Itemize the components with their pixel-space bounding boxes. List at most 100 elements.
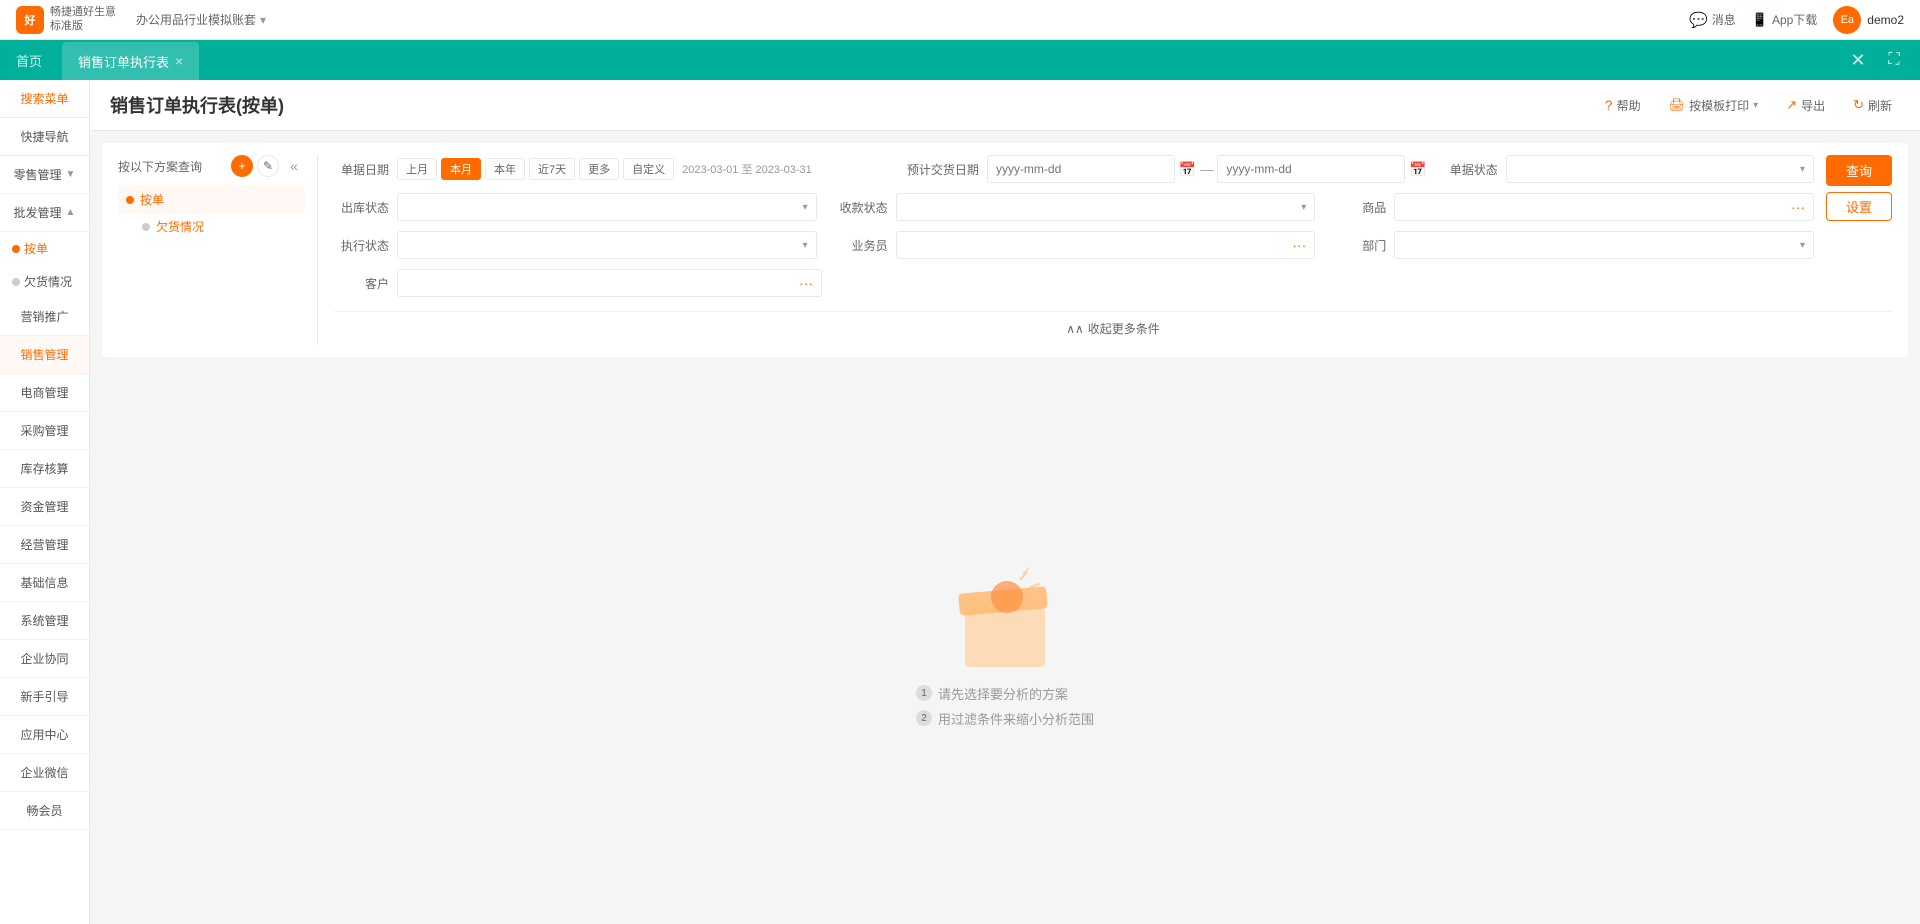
doc-status-label: 单据状态: [1443, 161, 1498, 178]
filter-item-goods: 商品 ···: [1331, 193, 1814, 221]
expected-date-start-input[interactable]: [987, 155, 1175, 183]
receive-status-arrow-icon: ▾: [1301, 202, 1306, 213]
add-scheme-button[interactable]: +: [231, 155, 253, 177]
sidebar-item-guide[interactable]: 新手引导: [0, 678, 89, 716]
sidebar-item-appcenter[interactable]: 应用中心: [0, 716, 89, 754]
customer-input[interactable]: ···: [397, 269, 822, 297]
sidebar-item-basic[interactable]: 基础信息: [0, 564, 89, 602]
sidebar-item-system[interactable]: 系统管理: [0, 602, 89, 640]
tab-home[interactable]: 首页: [0, 40, 58, 80]
sidebar-sub-欠货情况[interactable]: 欠货情况: [0, 265, 89, 298]
sidebar-item-inventory[interactable]: 库存核算: [0, 450, 89, 488]
wholesale-chevron-icon: ▲: [66, 207, 76, 218]
scheme-item-按单[interactable]: 按单: [118, 185, 305, 214]
tabbar-close-icon[interactable]: ✕: [1844, 46, 1872, 74]
goods-select[interactable]: ···: [1394, 193, 1814, 221]
sidebar-sub-按单[interactable]: 按单: [0, 232, 89, 265]
active-dot-icon: [12, 245, 20, 253]
expected-date-control: 📅 — 📅: [987, 155, 1427, 183]
sidebar-item-weixin[interactable]: 企业微信: [0, 754, 89, 792]
collapse-more-button[interactable]: ∧∧ 收起更多条件: [1066, 320, 1160, 337]
logo-text: 畅捷通好生意 标准版: [50, 6, 116, 32]
tabbar-fullscreen-icon[interactable]: ⛶: [1880, 46, 1908, 74]
collapse-scheme-button[interactable]: «: [283, 155, 305, 177]
refresh-button[interactable]: ↻ 刷新: [1845, 93, 1900, 118]
topbar: 好 畅捷通好生意 标准版 办公用品行业模拟账套 ▾ 💬 消息 📱 App下载 E…: [0, 0, 1920, 40]
out-status-control: ▾: [397, 193, 817, 221]
date-dash: —: [1200, 162, 1213, 177]
tip1-number: 1: [916, 685, 932, 701]
tab-active[interactable]: 销售订单执行表 ×: [62, 42, 199, 80]
scheme-sub-dot: [142, 223, 150, 231]
sidebar: 搜索菜单 快捷导航 零售管理 ▼ 批发管理 ▲ 按单 欠货情况 营销推广 销售管…: [0, 80, 90, 924]
receive-status-select[interactable]: ▾: [896, 193, 1316, 221]
date-btn-custom[interactable]: 自定义: [623, 158, 674, 180]
sidebar-item-member[interactable]: 畅会员: [0, 792, 89, 830]
user-area[interactable]: Ea demo2: [1833, 6, 1904, 34]
export-button[interactable]: ↗ 导出: [1778, 93, 1833, 118]
salesperson-label: 业务员: [833, 237, 888, 254]
doc-status-select[interactable]: ▾: [1506, 155, 1814, 183]
app-download-button[interactable]: 📱 App下载: [1752, 11, 1818, 28]
breadcrumb-arrow-icon[interactable]: ▾: [260, 13, 266, 27]
filter-item-exec-status: 执行状态 ▾: [334, 231, 817, 259]
out-status-label: 出库状态: [334, 199, 389, 216]
empty-state: 1 请先选择要分析的方案 2 用过滤条件来缩小分析范围: [90, 365, 1920, 924]
tip1-text: 请先选择要分析的方案: [938, 684, 1068, 703]
filter-row-4: 客户 ···: [334, 269, 1814, 297]
filter-scheme-title: 按以下方案查询 + ✎ «: [118, 155, 305, 177]
date-btn-7days[interactable]: 近7天: [529, 158, 575, 180]
breadcrumb: 办公用品行业模拟账套 ▾: [136, 11, 266, 28]
filter-scheme-area: 按以下方案查询 + ✎ «: [118, 155, 318, 345]
expected-date-end-input[interactable]: [1217, 155, 1405, 183]
customer-more-icon: ···: [799, 275, 813, 291]
calendar-start-icon: 📅: [1179, 161, 1196, 178]
sidebar-item-finance[interactable]: 资金管理: [0, 488, 89, 526]
filter-item-expected-date: 预计交货日期 📅 — 📅: [907, 155, 1427, 183]
help-button[interactable]: ? 帮助: [1597, 93, 1649, 118]
sidebar-item-quicknav[interactable]: 快捷导航: [0, 118, 89, 156]
date-btn-last-month[interactable]: 上月: [397, 158, 437, 180]
receive-status-label: 收款状态: [833, 199, 888, 216]
refresh-icon: ↻: [1853, 97, 1864, 113]
filter-right-top: 单据日期 上月 本月 本年 近7天 更多 自定义: [334, 155, 1892, 307]
sidebar-item-enterprise[interactable]: 企业协同: [0, 640, 89, 678]
content-area: 销售订单执行表(按单) ? 帮助 🖨 按模板打印 ▾ ↗ 导出 ↻ 刷新: [90, 80, 1920, 924]
scheme-active-dot: [126, 196, 134, 204]
settings-button[interactable]: 设置: [1826, 192, 1892, 221]
out-status-arrow-icon: ▾: [803, 202, 808, 213]
exec-status-arrow-icon: ▾: [803, 240, 808, 251]
calendar-end-icon: 📅: [1409, 161, 1426, 178]
tabbar-actions: ✕ ⛶: [1844, 46, 1920, 74]
scheme-sub-欠货[interactable]: 欠货情况: [118, 214, 305, 239]
sidebar-item-wholesale[interactable]: 批发管理 ▲: [0, 194, 89, 232]
download-icon: 📱: [1752, 12, 1768, 28]
print-button[interactable]: 🖨 按模板打印 ▾: [1661, 93, 1767, 118]
search-button[interactable]: 查询: [1826, 155, 1892, 186]
message-button[interactable]: 💬 消息: [1689, 11, 1736, 29]
sidebar-item-retail[interactable]: 零售管理 ▼: [0, 156, 89, 194]
empty-tips: 1 请先选择要分析的方案 2 用过滤条件来缩小分析范围: [916, 684, 1094, 728]
sidebar-item-purchase[interactable]: 采购管理: [0, 412, 89, 450]
date-btn-this-year[interactable]: 本年: [485, 158, 525, 180]
date-btn-more[interactable]: 更多: [579, 158, 619, 180]
exec-status-select[interactable]: ▾: [397, 231, 817, 259]
sidebar-item-marketing[interactable]: 营销推广: [0, 298, 89, 336]
tab-close-icon[interactable]: ×: [175, 54, 183, 68]
filter-item-dept: 部门 ▾: [1331, 231, 1814, 259]
tip2-text: 用过滤条件来缩小分析范围: [938, 709, 1094, 728]
filter-inner: 按以下方案查询 + ✎ «: [118, 155, 1892, 345]
edit-scheme-button[interactable]: ✎: [257, 155, 279, 177]
topbar-right: 💬 消息 📱 App下载 Ea demo2: [1689, 6, 1904, 34]
salesperson-input[interactable]: ···: [896, 231, 1316, 259]
page-actions: ? 帮助 🖨 按模板打印 ▾ ↗ 导出 ↻ 刷新: [1597, 93, 1900, 118]
help-icon: ?: [1605, 97, 1613, 113]
dept-select[interactable]: ▾: [1394, 231, 1814, 259]
sidebar-item-sales[interactable]: 销售管理: [0, 336, 89, 374]
sidebar-item-operations[interactable]: 经营管理: [0, 526, 89, 564]
filter-item-date: 单据日期 上月 本月 本年 近7天 更多 自定义: [334, 158, 891, 180]
date-btn-this-month[interactable]: 本月: [441, 158, 481, 180]
sidebar-item-search[interactable]: 搜索菜单: [0, 80, 89, 118]
sidebar-item-ecommerce[interactable]: 电商管理: [0, 374, 89, 412]
out-status-select[interactable]: ▾: [397, 193, 817, 221]
